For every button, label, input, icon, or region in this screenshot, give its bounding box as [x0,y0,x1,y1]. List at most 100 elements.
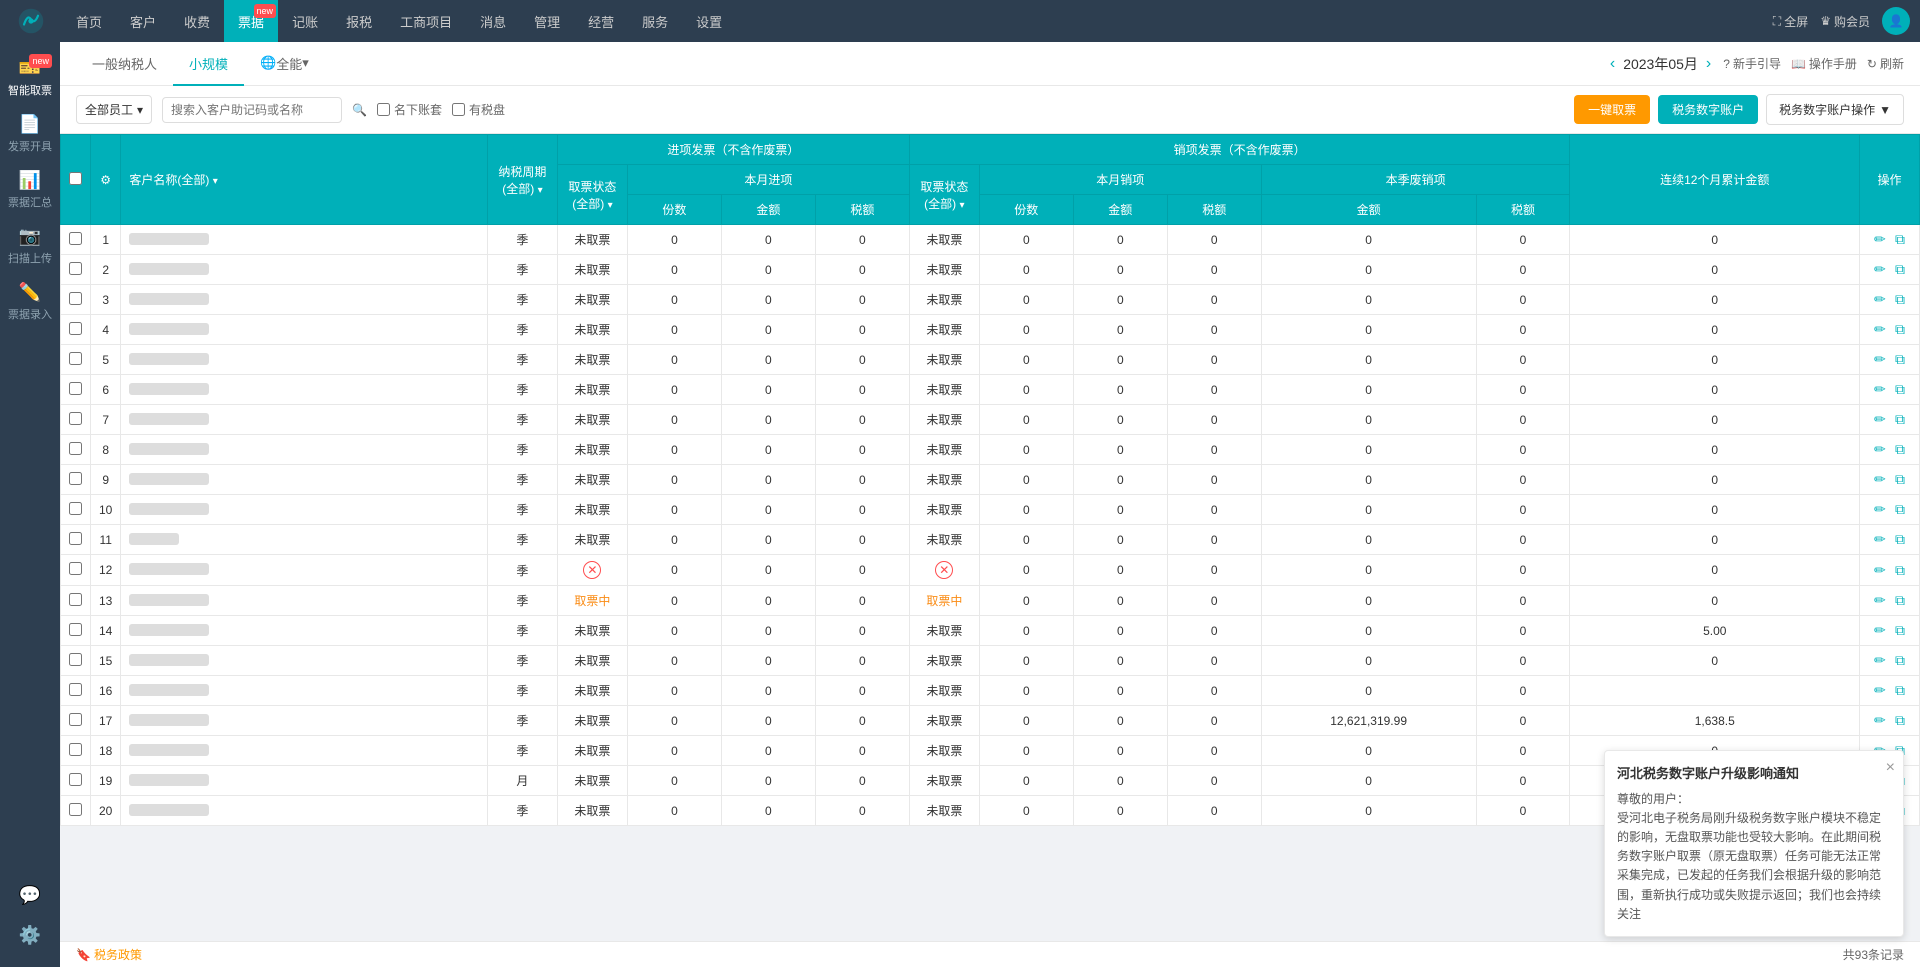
nav-invoice[interactable]: 票据 new [224,0,278,42]
edit-icon[interactable]: ✏ [1874,562,1886,578]
subaccount-checkbox-label[interactable]: 名下账套 [377,101,442,118]
tab-small-scale[interactable]: 小规模 [173,42,244,86]
row-checkbox[interactable] [69,442,82,455]
copy-icon[interactable]: ⧉ [1895,381,1905,397]
edit-icon[interactable]: ✏ [1874,501,1886,517]
edit-icon[interactable]: ✏ [1874,471,1886,487]
nav-service[interactable]: 服务 [628,0,682,42]
tab-general-taxpayer[interactable]: 一般纳税人 [76,42,173,86]
vip-btn[interactable]: ♛ 购会员 [1820,13,1870,30]
sidebar-item-message[interactable]: 💬 [0,877,60,917]
row-checkbox[interactable] [69,292,82,305]
edit-icon[interactable]: ✏ [1874,321,1886,337]
row-checkbox[interactable] [69,593,82,606]
tax-digital-account-btn[interactable]: 税务数字账户 [1658,95,1758,124]
copy-icon[interactable]: ⧉ [1895,441,1905,457]
copy-icon[interactable]: ⧉ [1895,562,1905,578]
search-icon[interactable]: 🔍 [352,103,367,117]
fullscreen-btn[interactable]: ⛶ 全屏 [1773,13,1808,30]
copy-icon[interactable]: ⧉ [1895,261,1905,277]
row-checkbox[interactable] [69,653,82,666]
employee-select[interactable]: 全部员工 ▾ [76,95,152,124]
tax-digital-account-ops-btn[interactable]: 税务数字账户操作 ▼ [1766,94,1904,125]
copy-icon[interactable]: ⧉ [1895,471,1905,487]
nav-business[interactable]: 工商项目 [386,0,466,42]
copy-icon[interactable]: ⧉ [1895,712,1905,728]
edit-icon[interactable]: ✏ [1874,622,1886,638]
row-checkbox[interactable] [69,683,82,696]
copy-icon[interactable]: ⧉ [1895,351,1905,367]
row-checkbox[interactable] [69,262,82,275]
nav-settings[interactable]: 设置 [682,0,736,42]
one-click-ticket-btn[interactable]: 一键取票 [1574,95,1650,124]
row-checkbox[interactable] [69,803,82,816]
edit-icon[interactable]: ✏ [1874,441,1886,457]
edit-icon[interactable]: ✏ [1874,291,1886,307]
sidebar-item-scan-upload[interactable]: 📷 扫描上传 [0,218,60,274]
row-checkbox[interactable] [69,623,82,636]
edit-icon[interactable]: ✏ [1874,231,1886,247]
row-checkbox[interactable] [69,412,82,425]
copy-icon[interactable]: ⧉ [1895,682,1905,698]
sidebar-item-ticket-entry[interactable]: ✏️ 票据录入 [0,274,60,330]
sidebar-item-config[interactable]: ⚙️ [0,917,60,957]
nav-tax[interactable]: 报税 [332,0,386,42]
copy-icon[interactable]: ⧉ [1895,592,1905,608]
row-checkbox[interactable] [69,562,82,575]
nav-customer[interactable]: 客户 [116,0,170,42]
copy-icon[interactable]: ⧉ [1895,411,1905,427]
logo[interactable] [10,0,52,42]
sidebar-item-invoice-summary[interactable]: 📊 票据汇总 [0,162,60,218]
tab-all[interactable]: 🌐 全能 ▾ [244,42,325,86]
select-all-checkbox[interactable] [69,172,82,185]
nav-bookkeeping[interactable]: 记账 [278,0,332,42]
next-month-btn[interactable]: › [1706,55,1711,73]
tax-policy-link[interactable]: 🔖 税务政策 [76,946,142,963]
copy-icon[interactable]: ⧉ [1895,531,1905,547]
row-checkbox[interactable] [69,773,82,786]
user-avatar[interactable]: 👤 [1882,7,1910,35]
edit-icon[interactable]: ✏ [1874,531,1886,547]
sidebar-item-smart-ticket[interactable]: 🎫 智能取票 new [0,50,60,106]
edit-icon[interactable]: ✏ [1874,351,1886,367]
row-checkbox[interactable] [69,352,82,365]
manual-btn[interactable]: 📖 操作手册 [1791,55,1857,72]
row-checkbox[interactable] [69,532,82,545]
edit-icon[interactable]: ✏ [1874,381,1886,397]
row-checkbox[interactable] [69,382,82,395]
nav-fee[interactable]: 收费 [170,0,224,42]
edit-icon[interactable]: ✏ [1874,261,1886,277]
nav-message[interactable]: 消息 [466,0,520,42]
row-checkbox[interactable] [69,743,82,756]
edit-icon[interactable]: ✏ [1874,712,1886,728]
popup-close-btn[interactable]: × [1886,759,1895,777]
copy-icon[interactable]: ⧉ [1895,652,1905,668]
copy-icon[interactable]: ⧉ [1895,321,1905,337]
edit-icon[interactable]: ✏ [1874,652,1886,668]
copy-icon[interactable]: ⧉ [1895,231,1905,247]
taxdisk-checkbox[interactable] [452,103,465,116]
quarter-amount-cell: 12,621,319.99 [1261,706,1476,736]
copy-icon[interactable]: ⧉ [1895,501,1905,517]
row-checkbox[interactable] [69,713,82,726]
edit-icon[interactable]: ✏ [1874,592,1886,608]
copy-icon[interactable]: ⧉ [1895,291,1905,307]
row-checkbox[interactable] [69,502,82,515]
income-amount-cell: 0 [721,375,815,405]
nav-home[interactable]: 首页 [62,0,116,42]
sidebar-item-invoice-open[interactable]: 📄 发票开具 [0,106,60,162]
nav-operate[interactable]: 经营 [574,0,628,42]
taxdisk-checkbox-label[interactable]: 有税盘 [452,101,505,118]
edit-icon[interactable]: ✏ [1874,411,1886,427]
subaccount-checkbox[interactable] [377,103,390,116]
guide-btn[interactable]: ? 新手引导 [1723,55,1781,72]
nav-manage[interactable]: 管理 [520,0,574,42]
row-checkbox[interactable] [69,322,82,335]
search-input[interactable] [162,97,342,123]
refresh-btn[interactable]: ↻ 刷新 [1867,55,1904,72]
prev-month-btn[interactable]: ‹ [1610,55,1615,73]
copy-icon[interactable]: ⧉ [1895,622,1905,638]
row-checkbox[interactable] [69,472,82,485]
edit-icon[interactable]: ✏ [1874,682,1886,698]
row-checkbox[interactable] [69,232,82,245]
